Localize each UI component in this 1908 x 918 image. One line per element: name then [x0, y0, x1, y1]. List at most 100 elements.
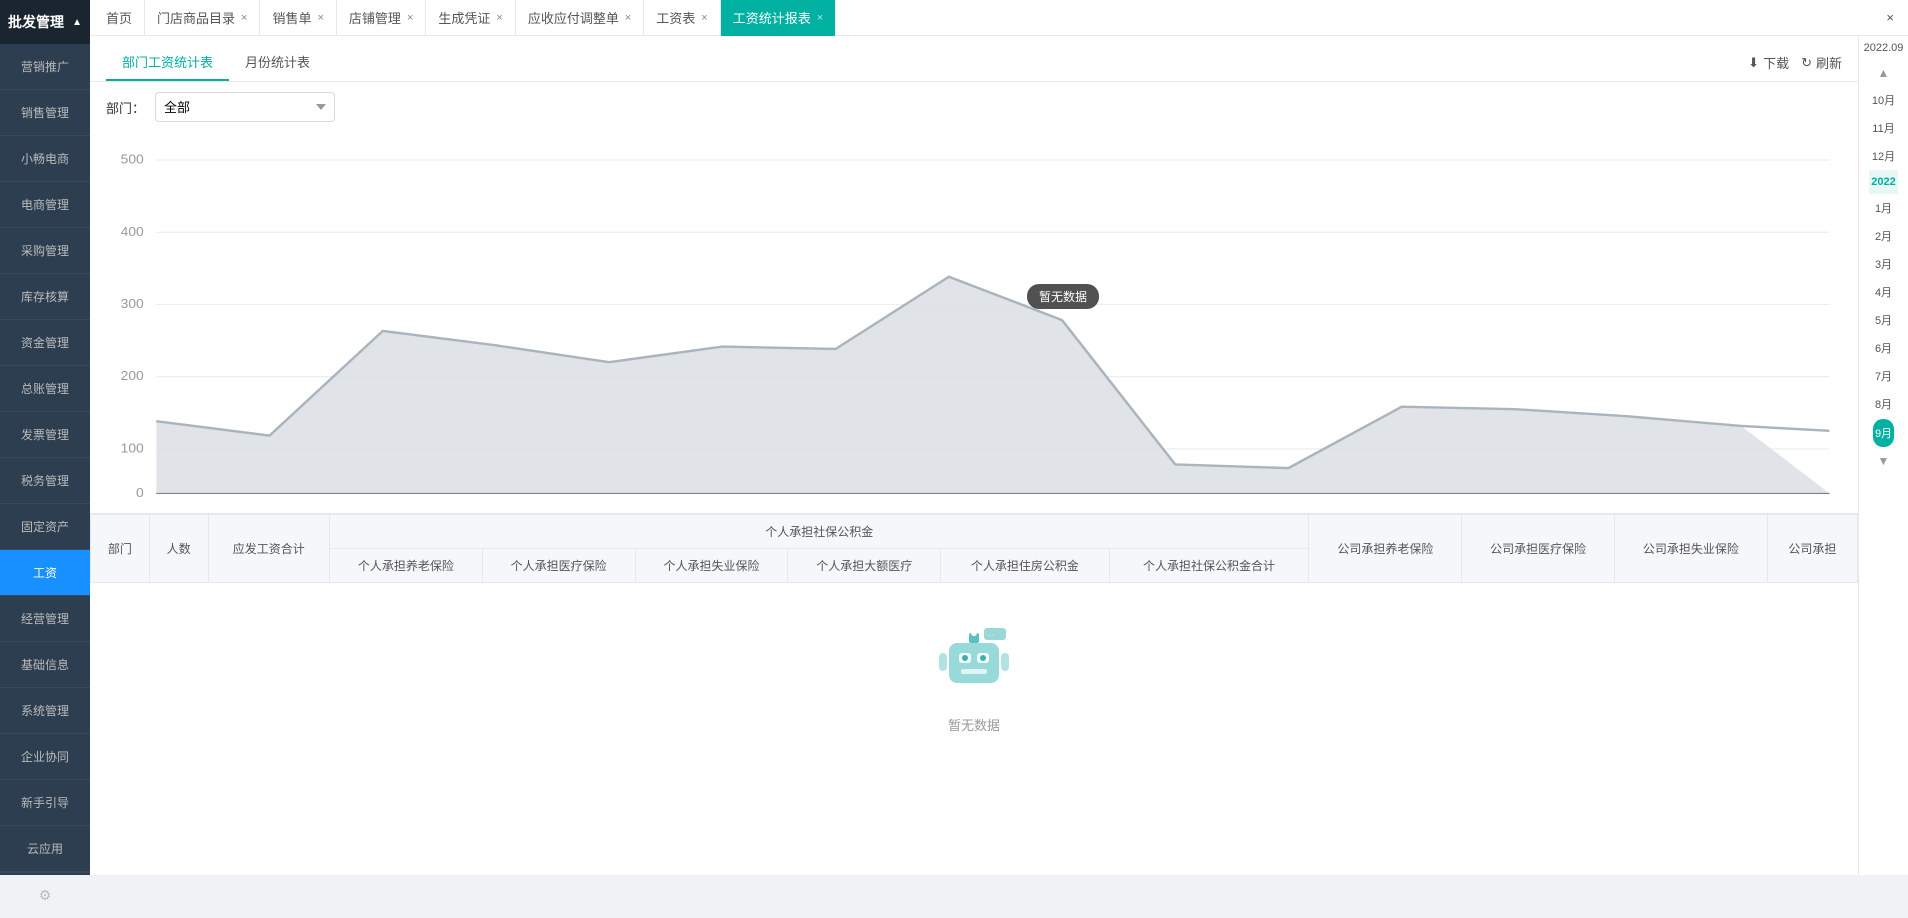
timeline-item-12月[interactable]: 12月	[1869, 142, 1898, 170]
filter-bar: 部门： 全部	[90, 82, 1858, 132]
tab-生成凭证[interactable]: 生成凭证×	[426, 0, 515, 36]
timeline-item-5月[interactable]: 5月	[1869, 306, 1898, 334]
sidebar-item-小畅电商[interactable]: 小畅电商	[0, 136, 90, 182]
tab-close-icon[interactable]: ×	[407, 12, 413, 24]
sidebar-header[interactable]: 批发管理 ▲	[0, 0, 90, 44]
svg-text:···: ···	[987, 632, 994, 639]
sidebar-item-发票管理[interactable]: 发票管理	[0, 412, 90, 458]
col-header-personal-housing: 个人承担住房公积金	[941, 549, 1109, 583]
sidebar-item-营销推广[interactable]: 营销推广	[0, 44, 90, 90]
sidebar-title: 批发管理	[8, 12, 64, 32]
content-area: 部门工资统计表月份统计表 ⬇ 下载 ↻ 刷新 部门： 全部	[90, 36, 1908, 875]
chart-area: 500 400 300 200 100 0	[90, 132, 1858, 513]
sidebar-item-库存核算[interactable]: 库存核算	[0, 274, 90, 320]
tab-close-icon[interactable]: ×	[701, 12, 707, 24]
timeline-item-2022[interactable]: 2022	[1869, 170, 1898, 194]
tab-首页[interactable]: 首页	[94, 0, 145, 36]
svg-text:100: 100	[121, 441, 144, 456]
sidebar-item-采购管理[interactable]: 采购管理	[0, 228, 90, 274]
tab-工资统计报表[interactable]: 工资统计报表×	[721, 0, 836, 36]
timeline-item-2月[interactable]: 2月	[1869, 222, 1898, 250]
close-all-icon: ×	[1886, 10, 1894, 25]
col-header-personal-pension: 个人承担养老保险	[329, 549, 482, 583]
tab-close-icon[interactable]: ×	[241, 12, 247, 24]
tab-门店商品目录[interactable]: 门店商品目录×	[145, 0, 260, 36]
timeline-up-arrow[interactable]: ▲	[1878, 60, 1890, 86]
col-header-company-pension: 公司承担养老保险	[1309, 515, 1462, 583]
timeline-item-3月[interactable]: 3月	[1869, 250, 1898, 278]
tab-应收应付调整单[interactable]: 应收应付调整单×	[516, 0, 644, 36]
tab-销售单[interactable]: 销售单×	[260, 0, 336, 36]
tab-close-icon[interactable]: ×	[317, 12, 323, 24]
col-header-personal-large-medical: 个人承担大额医疗	[788, 549, 941, 583]
timeline-items: 10月11月12月20221月2月3月4月5月6月7月8月9月	[1869, 86, 1898, 448]
timeline-item-4月[interactable]: 4月	[1869, 278, 1898, 306]
tab-bar: 首页门店商品目录×销售单×店铺管理×生成凭证×应收应付调整单×工资表×工资统计报…	[90, 0, 1908, 36]
timeline-sidebar: 2022.09 ▲ 10月11月12月20221月2月3月4月5月6月7月8月9…	[1858, 36, 1908, 875]
main-area: 首页门店商品目录×销售单×店铺管理×生成凭证×应收应付调整单×工资表×工资统计报…	[90, 0, 1908, 875]
col-header-personal-insurance: 个人承担社保公积金	[329, 515, 1308, 549]
sidebar-item-云应用[interactable]: 云应用	[0, 826, 90, 872]
timeline-item-8月[interactable]: 8月	[1869, 390, 1898, 418]
col-header-total-salary: 应发工资合计	[208, 515, 329, 583]
page-content: 部门工资统计表月份统计表 ⬇ 下载 ↻ 刷新 部门： 全部	[90, 36, 1858, 875]
sub-tab-部门工资统计表[interactable]: 部门工资统计表	[106, 44, 229, 81]
timeline-item-1月[interactable]: 1月	[1869, 194, 1898, 222]
sidebar-item-销售管理[interactable]: 销售管理	[0, 90, 90, 136]
timeline-item-6月[interactable]: 6月	[1869, 334, 1898, 362]
sidebar-item-工资[interactable]: 工资	[0, 550, 90, 596]
sidebar-item-基础信息[interactable]: 基础信息	[0, 642, 90, 688]
sidebar-item-税务管理[interactable]: 税务管理	[0, 458, 90, 504]
no-data-text: 暂无数据	[948, 715, 1000, 734]
sidebar-item-新手引导[interactable]: 新手引导	[0, 780, 90, 826]
tab-工资表[interactable]: 工资表×	[644, 0, 720, 36]
sidebar-item-固定资产[interactable]: 固定资产	[0, 504, 90, 550]
department-select[interactable]: 全部	[155, 92, 335, 122]
sidebar-item-经营管理[interactable]: 经营管理	[0, 596, 90, 642]
table-area[interactable]: 部门 人数 应发工资合计 个人承担社保公积金 公司承担养老保险 公司承担医疗保险…	[90, 513, 1858, 875]
svg-text:500: 500	[121, 152, 144, 167]
timeline-item-9月[interactable]: 9月	[1873, 419, 1894, 447]
col-header-company-unemployment: 公司承担失业保险	[1615, 515, 1768, 583]
sidebar-collapse-icon: ▲	[72, 17, 82, 28]
sub-tab-月份统计表[interactable]: 月份统计表	[229, 44, 326, 81]
chart-svg: 500 400 300 200 100 0	[106, 142, 1842, 503]
tab-close-icon[interactable]: ×	[817, 12, 823, 24]
timeline-date: 2022.09	[1860, 36, 1908, 60]
settings-icon: ⚙	[39, 887, 52, 903]
timeline-item-11月[interactable]: 11月	[1869, 114, 1898, 142]
download-label: 下载	[1763, 53, 1789, 72]
download-icon: ⬇	[1748, 55, 1759, 71]
sub-tabs: 部门工资统计表月份统计表 ⬇ 下载 ↻ 刷新	[90, 36, 1858, 82]
col-header-dept: 部门	[91, 515, 150, 583]
col-header-company-medical: 公司承担医疗保险	[1462, 515, 1615, 583]
timeline-item-10月[interactable]: 10月	[1869, 86, 1898, 114]
sidebar-item-系统管理[interactable]: 系统管理	[0, 688, 90, 734]
sidebar-item-电商管理[interactable]: 电商管理	[0, 182, 90, 228]
refresh-label: 刷新	[1816, 53, 1842, 72]
svg-text:400: 400	[121, 224, 144, 239]
svg-text:0: 0	[136, 485, 144, 500]
sub-tab-group: 部门工资统计表月份统计表	[106, 44, 326, 81]
stats-table: 部门 人数 应发工资合计 个人承担社保公积金 公司承担养老保险 公司承担医疗保险…	[90, 514, 1858, 583]
tab-店铺管理[interactable]: 店铺管理×	[337, 0, 426, 36]
timeline-down-arrow[interactable]: ▼	[1878, 448, 1890, 474]
no-data-container: ··· 暂无数据	[90, 583, 1858, 774]
col-header-count: 人数	[149, 515, 208, 583]
sidebar-footer-settings[interactable]: ⚙	[0, 872, 90, 918]
col-header-personal-unemployment: 个人承担失业保险	[635, 549, 788, 583]
refresh-icon: ↻	[1801, 55, 1812, 71]
sidebar-items: 营销推广销售管理小畅电商电商管理采购管理库存核算资金管理总账管理发票管理税务管理…	[0, 44, 90, 872]
refresh-button[interactable]: ↻ 刷新	[1801, 53, 1842, 72]
download-button[interactable]: ⬇ 下载	[1748, 53, 1789, 72]
sidebar-item-资金管理[interactable]: 资金管理	[0, 320, 90, 366]
sub-tab-actions: ⬇ 下载 ↻ 刷新	[1748, 53, 1842, 72]
filter-label: 部门：	[106, 98, 145, 117]
timeline-item-7月[interactable]: 7月	[1869, 362, 1898, 390]
tab-close-icon[interactable]: ×	[496, 12, 502, 24]
sidebar-item-总账管理[interactable]: 总账管理	[0, 366, 90, 412]
sidebar-item-企业协同[interactable]: 企业协同	[0, 734, 90, 780]
close-all-button[interactable]: ×	[1876, 10, 1904, 25]
sidebar: 批发管理 ▲ 营销推广销售管理小畅电商电商管理采购管理库存核算资金管理总账管理发…	[0, 0, 90, 875]
tab-close-icon[interactable]: ×	[625, 12, 631, 24]
